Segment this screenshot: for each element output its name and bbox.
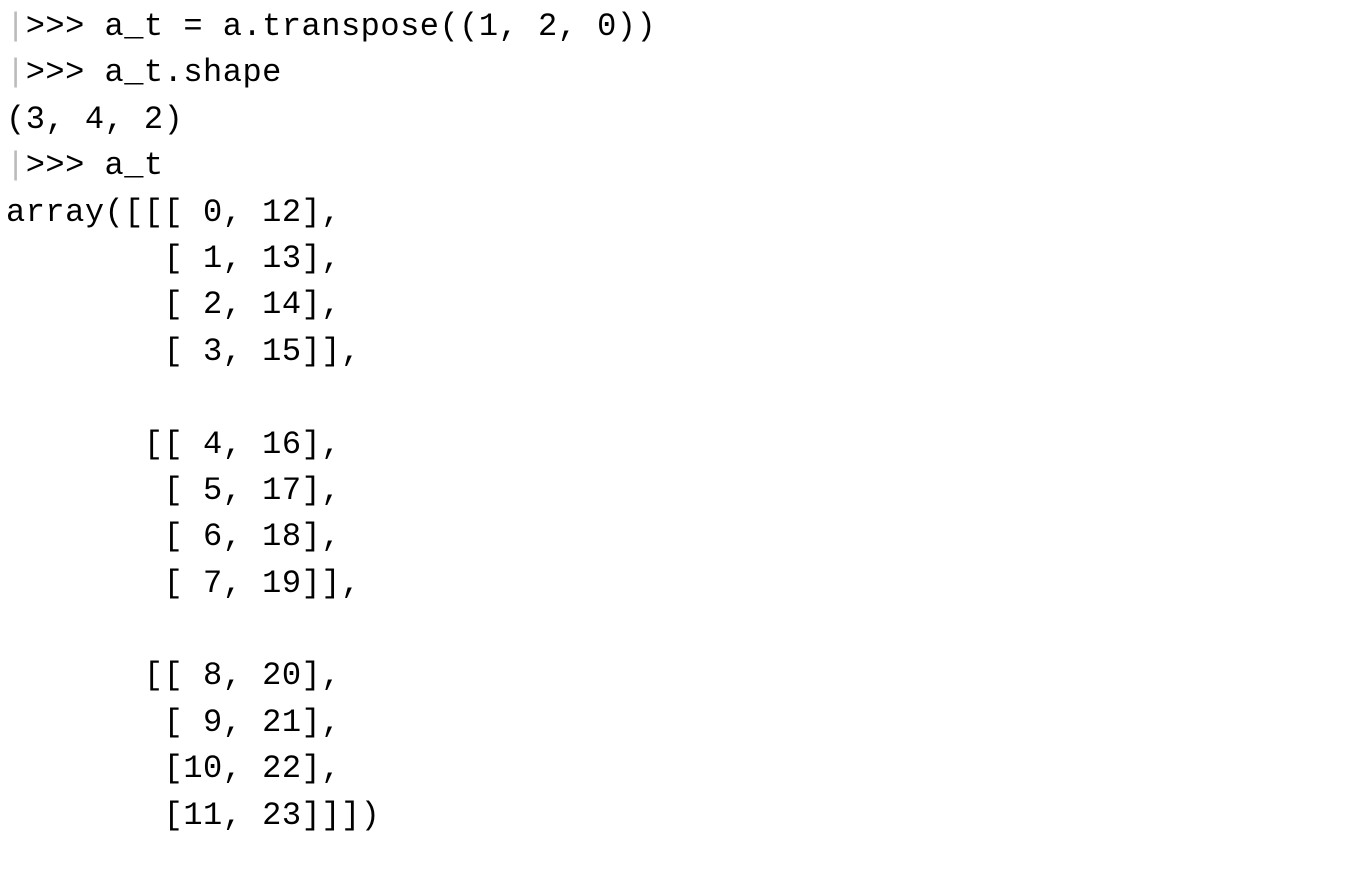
cursor-bar: | [6,147,26,184]
repl-prompt: >>> [26,8,105,45]
cursor-bar: | [6,8,26,45]
repl-output-array-line: [10, 22], [6,750,341,787]
repl-output-array-line: [ 5, 17], [6,472,341,509]
repl-output-array-line: [ 9, 21], [6,704,341,741]
repl-command-transpose: a_t = a.transpose((1, 2, 0)) [105,8,657,45]
repl-output-array-line: [ 6, 18], [6,518,341,555]
repl-output-shape: (3, 4, 2) [6,101,183,138]
repl-output-array-line: [ 7, 19]], [6,565,361,602]
cursor-bar: | [6,54,26,91]
repl-output-array-line: [[ 8, 20], [6,657,341,694]
repl-command-var: a_t [105,147,164,184]
repl-output-array-line: [[ 4, 16], [6,426,341,463]
repl-output-array-line: array([[[ 0, 12], [6,194,341,231]
repl-command-shape: a_t.shape [105,54,282,91]
python-repl-output: |>>> a_t = a.transpose((1, 2, 0)) |>>> a… [0,0,1366,843]
repl-output-array-line: [ 3, 15]], [6,333,361,370]
repl-prompt: >>> [26,147,105,184]
repl-output-array-line: [ 2, 14], [6,286,341,323]
repl-output-array-line: [11, 23]]]) [6,797,380,834]
repl-output-array-line: [ 1, 13], [6,240,341,277]
repl-prompt: >>> [26,54,105,91]
